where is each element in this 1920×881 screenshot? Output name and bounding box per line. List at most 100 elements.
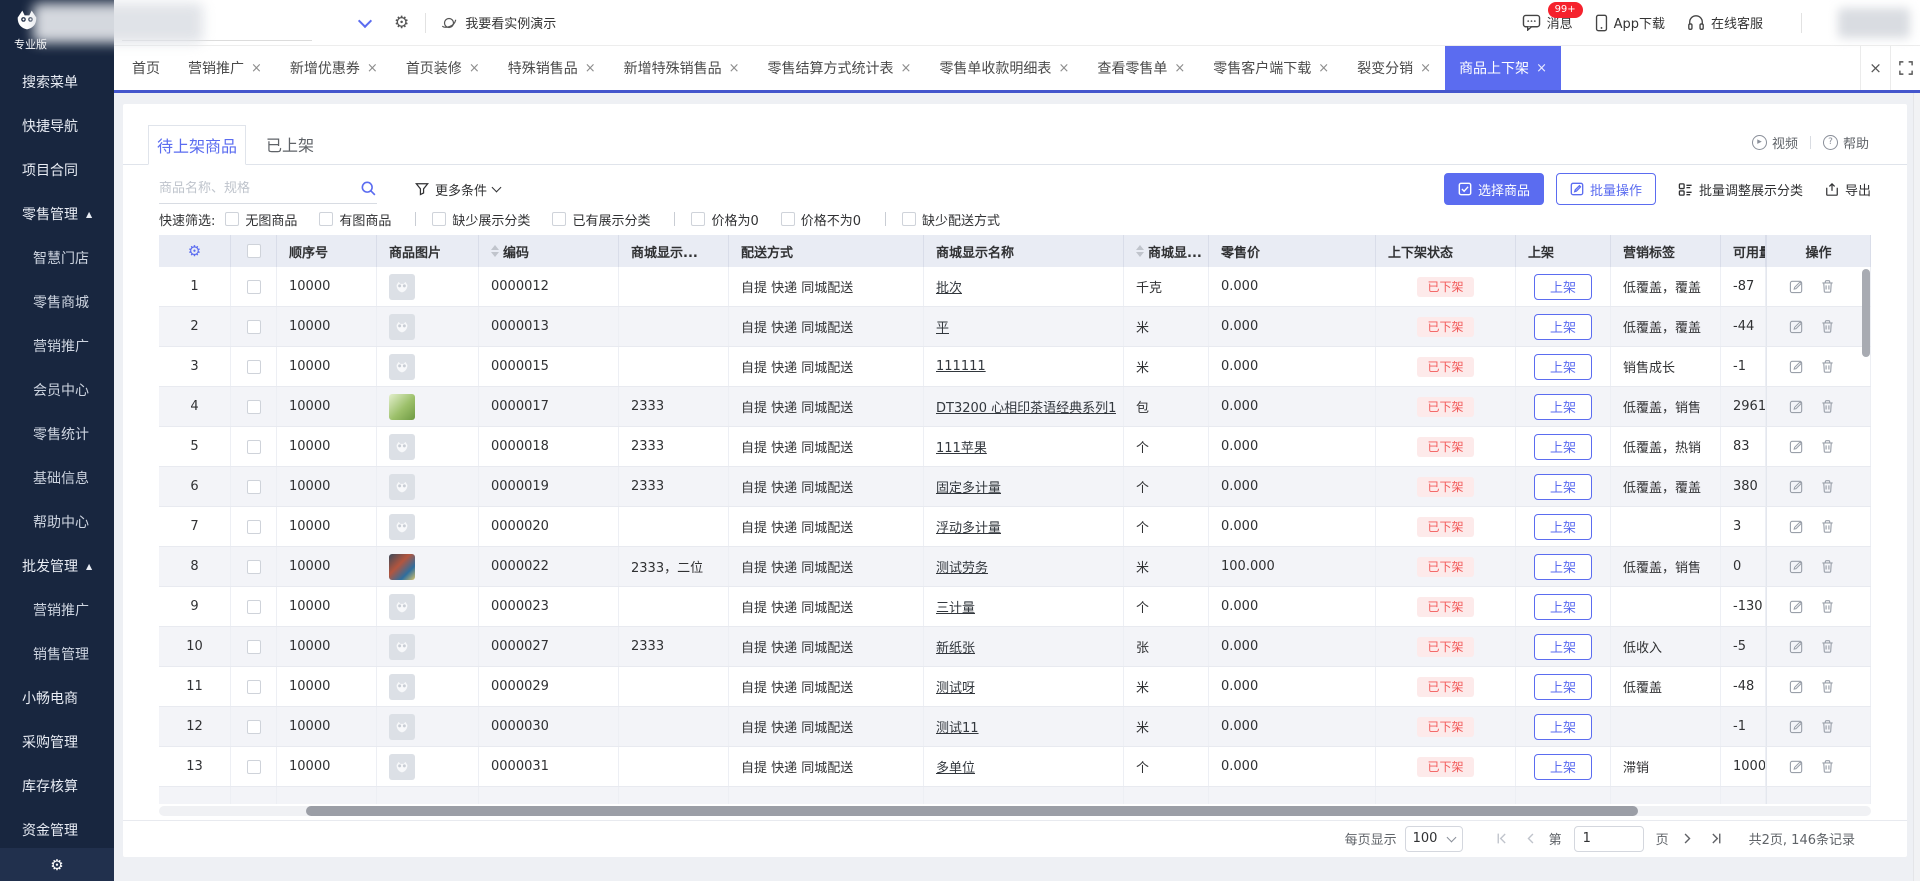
more-filters-button[interactable]: 更多条件 bbox=[415, 180, 502, 199]
quick-filter-缺少展示分类[interactable]: 缺少展示分类 bbox=[432, 210, 530, 229]
quick-filter-缺少配送方式[interactable]: 缺少配送方式 bbox=[902, 210, 1000, 229]
fullscreen-button[interactable] bbox=[1890, 46, 1920, 90]
row-checkbox[interactable] bbox=[246, 679, 261, 694]
product-image[interactable] bbox=[389, 513, 415, 540]
help-link[interactable]: ? 帮助 bbox=[1822, 133, 1869, 152]
delete-icon[interactable] bbox=[1820, 599, 1835, 614]
close-tab-icon[interactable]: × bbox=[729, 61, 740, 76]
edit-icon[interactable] bbox=[1789, 399, 1804, 414]
row-checkbox[interactable] bbox=[246, 359, 261, 374]
close-tab-icon[interactable]: × bbox=[1536, 61, 1547, 76]
checkbox[interactable] bbox=[225, 212, 240, 227]
sidebar-item-库存核算[interactable]: 库存核算 bbox=[0, 764, 114, 808]
sidebar-item-帮助中心[interactable]: 帮助中心 bbox=[0, 500, 114, 544]
tab-商品上下架[interactable]: 商品上下架 × bbox=[1445, 46, 1561, 90]
product-image[interactable] bbox=[389, 753, 415, 780]
sidebar-item-营销推广[interactable]: 营销推广 bbox=[0, 588, 114, 632]
delete-icon[interactable] bbox=[1820, 519, 1835, 534]
next-page-button[interactable] bbox=[1681, 832, 1694, 845]
sidebar-settings[interactable]: ⚙ bbox=[0, 848, 114, 881]
product-image[interactable] bbox=[389, 473, 415, 500]
product-name-link[interactable]: 批次 bbox=[936, 277, 962, 296]
close-all-tabs-button[interactable]: × bbox=[1860, 46, 1890, 90]
product-image[interactable] bbox=[389, 553, 415, 580]
sort-icon[interactable] bbox=[1136, 245, 1144, 258]
product-image[interactable] bbox=[389, 313, 415, 340]
sidebar-item-批发管理[interactable]: 批发管理 ▲ bbox=[0, 544, 114, 588]
horizontal-scrollbar[interactable] bbox=[306, 806, 1638, 817]
messages-button[interactable]: 消息 99+ bbox=[1522, 2, 1583, 32]
close-tab-icon[interactable]: × bbox=[1420, 61, 1431, 76]
edit-icon[interactable] bbox=[1789, 639, 1804, 654]
product-name-link[interactable]: 多单位 bbox=[936, 757, 975, 776]
prev-page-button[interactable] bbox=[1524, 832, 1537, 845]
sidebar-item-零售统计[interactable]: 零售统计 bbox=[0, 412, 114, 456]
list-goods-button[interactable]: 上架 bbox=[1534, 553, 1592, 580]
product-image[interactable] bbox=[389, 673, 415, 700]
row-checkbox[interactable] bbox=[246, 759, 261, 774]
app-download-button[interactable]: App下载 bbox=[1595, 13, 1665, 32]
checkbox[interactable] bbox=[691, 212, 706, 227]
checkbox[interactable] bbox=[319, 212, 334, 227]
delete-icon[interactable] bbox=[1820, 759, 1835, 774]
delete-icon[interactable] bbox=[1820, 279, 1835, 294]
search-icon[interactable] bbox=[360, 180, 377, 197]
edit-icon[interactable] bbox=[1789, 279, 1804, 294]
sidebar-item-零售管理[interactable]: 零售管理 ▲ bbox=[0, 192, 114, 236]
delete-icon[interactable] bbox=[1820, 359, 1835, 374]
batch-operate-button[interactable]: 批量操作 bbox=[1555, 173, 1656, 206]
list-goods-button[interactable]: 上架 bbox=[1534, 393, 1592, 420]
delete-icon[interactable] bbox=[1820, 639, 1835, 654]
batch-adjust-category-button[interactable]: 批量调整展示分类 bbox=[1678, 173, 1803, 205]
tab-查看零售单[interactable]: 查看零售单 × bbox=[1083, 46, 1199, 90]
row-checkbox[interactable] bbox=[246, 639, 261, 654]
edit-icon[interactable] bbox=[1789, 719, 1804, 734]
list-goods-button[interactable]: 上架 bbox=[1534, 273, 1592, 300]
sidebar-item-搜索菜单[interactable]: 搜索菜单 bbox=[0, 60, 114, 104]
checkbox[interactable] bbox=[552, 212, 567, 227]
quick-filter-有图商品[interactable]: 有图商品 bbox=[319, 210, 391, 229]
product-name-link[interactable]: 新纸张 bbox=[936, 637, 975, 656]
edit-icon[interactable] bbox=[1789, 679, 1804, 694]
tab-新增特殊销售品[interactable]: 新增特殊销售品 × bbox=[610, 46, 754, 90]
column-settings-gear-icon[interactable]: ⚙ bbox=[188, 242, 201, 260]
demo-link[interactable]: 我要看实例演示 bbox=[440, 13, 556, 32]
tab-首页装修[interactable]: 首页装修 × bbox=[392, 46, 494, 90]
page-scrollbar-track[interactable] bbox=[1913, 93, 1920, 881]
redacted-user-name[interactable] bbox=[1838, 7, 1910, 38]
select-goods-button[interactable]: 选择商品 bbox=[1443, 173, 1544, 206]
quick-filter-价格为0[interactable]: 价格为0 bbox=[691, 210, 759, 229]
delete-icon[interactable] bbox=[1820, 319, 1835, 334]
last-page-button[interactable] bbox=[1710, 832, 1723, 845]
sidebar-item-零售商城[interactable]: 零售商城 bbox=[0, 280, 114, 324]
edit-icon[interactable] bbox=[1789, 759, 1804, 774]
product-image[interactable] bbox=[389, 353, 415, 380]
row-checkbox[interactable] bbox=[246, 319, 261, 334]
row-checkbox[interactable] bbox=[246, 439, 261, 454]
tab-零售客户端下载[interactable]: 零售客户端下载 × bbox=[1199, 46, 1343, 90]
delete-icon[interactable] bbox=[1820, 399, 1835, 414]
sidebar-item-项目合同[interactable]: 项目合同 bbox=[0, 148, 114, 192]
product-name-link[interactable]: 111苹果 bbox=[936, 437, 987, 456]
list-goods-button[interactable]: 上架 bbox=[1534, 473, 1592, 500]
chevron-down-icon[interactable] bbox=[357, 13, 373, 28]
first-page-button[interactable] bbox=[1495, 832, 1508, 845]
product-name-link[interactable]: 111111 bbox=[936, 359, 986, 374]
product-image[interactable] bbox=[389, 633, 415, 660]
edit-icon[interactable] bbox=[1789, 519, 1804, 534]
row-checkbox[interactable] bbox=[246, 479, 261, 494]
checkbox[interactable] bbox=[780, 212, 795, 227]
support-button[interactable]: 在线客服 bbox=[1687, 13, 1763, 32]
edit-icon[interactable] bbox=[1789, 479, 1804, 494]
close-tab-icon[interactable]: × bbox=[1058, 61, 1069, 76]
product-name-link[interactable]: 固定多计量 bbox=[936, 477, 1001, 496]
close-tab-icon[interactable]: × bbox=[367, 61, 378, 76]
tab-零售单收款明细表[interactable]: 零售单收款明细表 × bbox=[925, 46, 1083, 90]
close-tab-icon[interactable]: × bbox=[251, 61, 262, 76]
product-name-link[interactable]: 平 bbox=[936, 317, 949, 336]
row-checkbox[interactable] bbox=[246, 719, 261, 734]
list-goods-button[interactable]: 上架 bbox=[1534, 433, 1592, 460]
delete-icon[interactable] bbox=[1820, 679, 1835, 694]
product-image[interactable] bbox=[389, 273, 415, 300]
edit-icon[interactable] bbox=[1789, 559, 1804, 574]
